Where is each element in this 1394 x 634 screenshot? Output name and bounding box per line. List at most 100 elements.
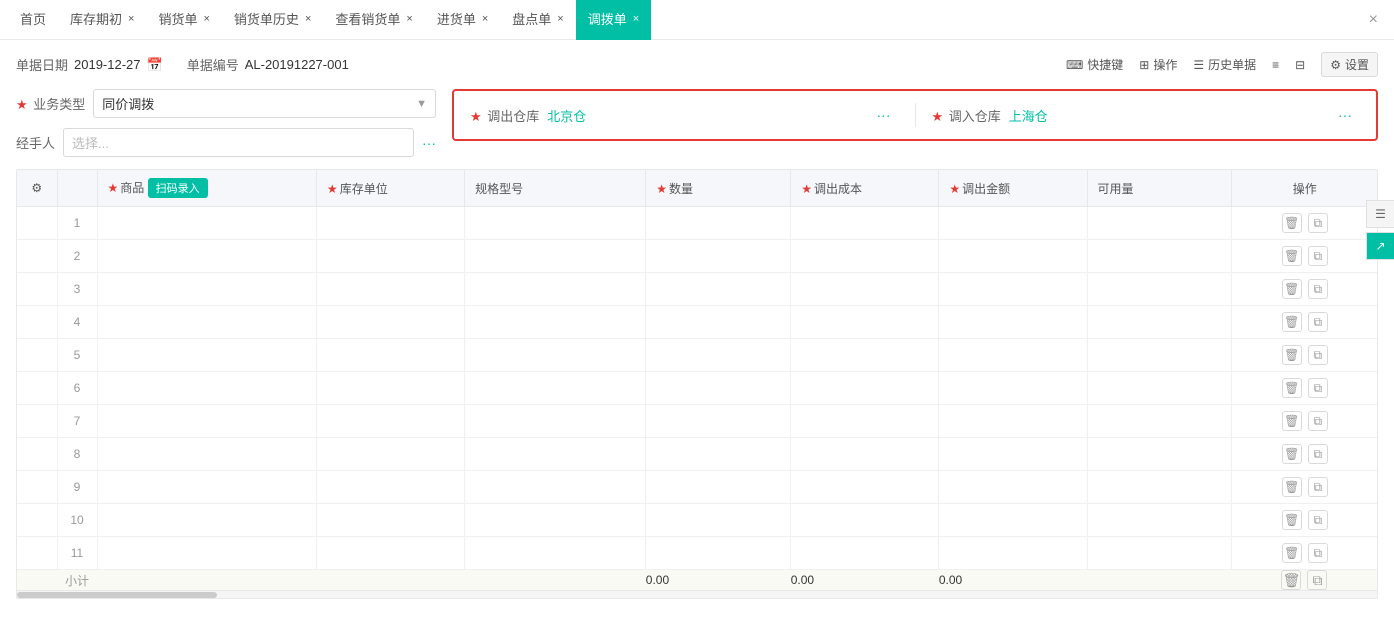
in-warehouse-more-icon[interactable]: ··· <box>1330 107 1360 123</box>
row-product-cell[interactable] <box>97 405 316 438</box>
row-delete-icon[interactable]: 🗑 <box>1282 246 1302 266</box>
row-gear-icon[interactable] <box>17 405 57 438</box>
col-header-settings[interactable]: ⚙ <box>17 170 57 207</box>
subtotal-copy-icon[interactable]: ⧉ <box>1307 570 1327 590</box>
row-unit-cell[interactable] <box>316 240 464 273</box>
row-delete-icon[interactable]: 🗑 <box>1282 213 1302 233</box>
row-amount-cell[interactable] <box>939 207 1087 240</box>
tab-inventory-init-close[interactable]: × <box>128 13 134 25</box>
tab-inventory-init[interactable]: 库存期初 × <box>58 0 146 40</box>
settings-button[interactable]: ⚙ 设置 <box>1321 52 1378 77</box>
row-product-cell[interactable] <box>97 438 316 471</box>
row-gear-icon[interactable] <box>17 207 57 240</box>
row-spec-cell[interactable] <box>465 207 646 240</box>
row-delete-icon[interactable]: 🗑 <box>1282 345 1302 365</box>
row-qty-cell[interactable] <box>646 471 791 504</box>
tab-transfer-order[interactable]: 调拨单 × <box>576 0 651 40</box>
row-qty-cell[interactable] <box>646 405 791 438</box>
tab-inventory-check-close[interactable]: × <box>557 13 563 25</box>
row-cost-cell[interactable] <box>791 240 939 273</box>
layout-button2[interactable]: ⊟ <box>1295 58 1305 72</box>
handler-input[interactable]: 选择... <box>63 128 414 157</box>
row-spec-cell[interactable] <box>465 372 646 405</box>
row-gear-icon[interactable] <box>17 471 57 504</box>
shortcut-button[interactable]: ⌨ 快捷键 <box>1066 56 1123 73</box>
tab-inventory-check[interactable]: 盘点单 × <box>500 0 575 40</box>
row-spec-cell[interactable] <box>465 405 646 438</box>
row-qty-cell[interactable] <box>646 306 791 339</box>
row-cost-cell[interactable] <box>791 537 939 570</box>
scan-button[interactable]: 扫码录入 <box>148 178 208 198</box>
row-spec-cell[interactable] <box>465 339 646 372</box>
row-amount-cell[interactable] <box>939 504 1087 537</box>
row-copy-icon[interactable]: ⧉ <box>1308 279 1328 299</box>
row-spec-cell[interactable] <box>465 438 646 471</box>
calendar-icon[interactable]: 📅 <box>147 57 163 73</box>
row-amount-cell[interactable] <box>939 273 1087 306</box>
business-type-input[interactable]: 同价调拨 ▼ <box>93 89 436 118</box>
row-product-cell[interactable] <box>97 339 316 372</box>
tab-home[interactable]: 首页 <box>8 0 58 40</box>
row-qty-cell[interactable] <box>646 438 791 471</box>
tab-purchase-order-close[interactable]: × <box>482 13 488 25</box>
row-qty-cell[interactable] <box>646 240 791 273</box>
row-delete-icon[interactable]: 🗑 <box>1282 477 1302 497</box>
row-qty-cell[interactable] <box>646 207 791 240</box>
row-product-cell[interactable] <box>97 372 316 405</box>
out-warehouse-value[interactable]: 北京仓 <box>547 106 586 125</box>
tab-purchase-order[interactable]: 进货单 × <box>425 0 500 40</box>
row-unit-cell[interactable] <box>316 306 464 339</box>
row-delete-icon[interactable]: 🗑 <box>1282 378 1302 398</box>
in-warehouse-value[interactable]: 上海仓 <box>1009 106 1048 125</box>
row-copy-icon[interactable]: ⧉ <box>1308 312 1328 332</box>
right-tool-list[interactable]: ☰ <box>1366 200 1394 228</box>
row-amount-cell[interactable] <box>939 471 1087 504</box>
row-cost-cell[interactable] <box>791 273 939 306</box>
operation-button[interactable]: ⊞ 操作 <box>1139 56 1177 73</box>
tab-sales-order-close[interactable]: × <box>203 13 209 25</box>
row-unit-cell[interactable] <box>316 471 464 504</box>
row-copy-icon[interactable]: ⧉ <box>1308 213 1328 233</box>
subtotal-delete-icon[interactable]: 🗑 <box>1281 570 1301 590</box>
row-unit-cell[interactable] <box>316 273 464 306</box>
row-amount-cell[interactable] <box>939 240 1087 273</box>
layout-button1[interactable]: ≡ <box>1272 58 1279 72</box>
row-gear-icon[interactable] <box>17 537 57 570</box>
row-unit-cell[interactable] <box>316 372 464 405</box>
row-gear-icon[interactable] <box>17 438 57 471</box>
row-gear-icon[interactable] <box>17 240 57 273</box>
row-spec-cell[interactable] <box>465 504 646 537</box>
row-copy-icon[interactable]: ⧉ <box>1308 378 1328 398</box>
right-tool-export[interactable]: ↗ <box>1366 232 1394 260</box>
row-cost-cell[interactable] <box>791 405 939 438</box>
tab-view-sales-close[interactable]: × <box>406 13 412 25</box>
row-amount-cell[interactable] <box>939 405 1087 438</box>
row-qty-cell[interactable] <box>646 537 791 570</box>
row-product-cell[interactable] <box>97 207 316 240</box>
row-spec-cell[interactable] <box>465 537 646 570</box>
row-cost-cell[interactable] <box>791 207 939 240</box>
row-unit-cell[interactable] <box>316 537 464 570</box>
row-product-cell[interactable] <box>97 306 316 339</box>
row-product-cell[interactable] <box>97 273 316 306</box>
tab-transfer-order-close[interactable]: × <box>633 13 639 25</box>
window-close-button[interactable]: × <box>1361 11 1386 29</box>
row-product-cell[interactable] <box>97 471 316 504</box>
row-qty-cell[interactable] <box>646 504 791 537</box>
row-unit-cell[interactable] <box>316 207 464 240</box>
row-gear-icon[interactable] <box>17 306 57 339</box>
row-qty-cell[interactable] <box>646 372 791 405</box>
row-spec-cell[interactable] <box>465 471 646 504</box>
row-qty-cell[interactable] <box>646 339 791 372</box>
row-spec-cell[interactable] <box>465 273 646 306</box>
row-cost-cell[interactable] <box>791 372 939 405</box>
row-amount-cell[interactable] <box>939 339 1087 372</box>
row-delete-icon[interactable]: 🗑 <box>1282 279 1302 299</box>
row-delete-icon[interactable]: 🗑 <box>1282 510 1302 530</box>
row-copy-icon[interactable]: ⧉ <box>1308 444 1328 464</box>
row-copy-icon[interactable]: ⧉ <box>1308 510 1328 530</box>
horizontal-scrollbar[interactable] <box>17 590 1377 598</box>
row-spec-cell[interactable] <box>465 306 646 339</box>
row-unit-cell[interactable] <box>316 504 464 537</box>
row-gear-icon[interactable] <box>17 273 57 306</box>
